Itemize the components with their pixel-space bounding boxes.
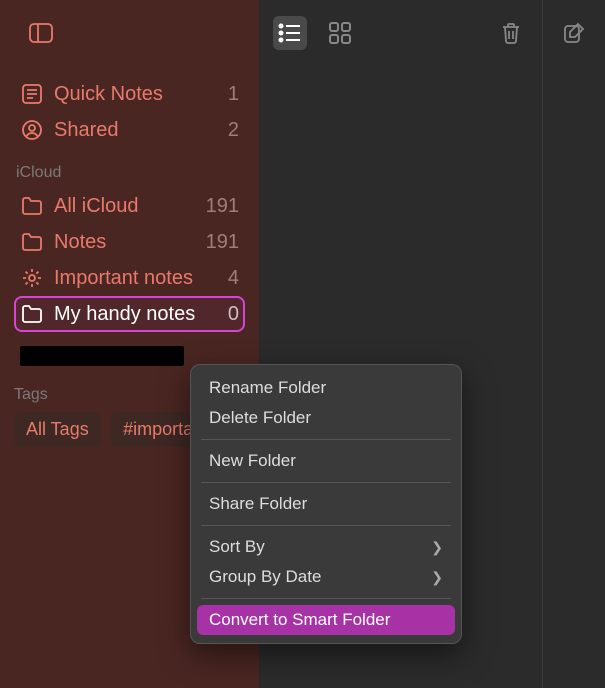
trash-icon[interactable]	[494, 16, 528, 50]
menu-divider	[201, 482, 451, 483]
menu-item-label: Rename Folder	[209, 378, 326, 398]
sidebar-icloud-section: iCloud All iCloud 191 Notes 191	[0, 148, 259, 366]
menu-divider	[201, 598, 451, 599]
sidebar-item-label: Shared	[54, 119, 218, 142]
menu-item-label: Share Folder	[209, 494, 307, 514]
sidebar-item-label: Quick Notes	[54, 83, 218, 106]
sidebar-item-count: 0	[228, 303, 239, 326]
sidebar-item-important-notes[interactable]: Important notes 4	[14, 260, 245, 296]
folder-icon	[20, 194, 44, 218]
menu-divider	[201, 439, 451, 440]
sidebar-item-quick-notes[interactable]: Quick Notes 1	[14, 76, 245, 112]
folder-icon	[20, 302, 44, 326]
chevron-right-icon: ❯	[431, 539, 443, 556]
sidebar-item-notes[interactable]: Notes 191	[14, 224, 245, 260]
menu-item-sort-by[interactable]: Sort By ❯	[191, 532, 461, 562]
context-menu: Rename Folder Delete Folder New Folder Shar…	[190, 364, 462, 644]
grid-view-icon[interactable]	[323, 16, 357, 50]
shared-icon	[20, 118, 44, 142]
quick-notes-icon	[20, 82, 44, 106]
menu-item-share-folder[interactable]: Share Folder	[191, 489, 461, 519]
list-view-icon[interactable]	[273, 16, 307, 50]
sidebar-item-label: All iCloud	[54, 195, 196, 218]
menu-item-group-by-date[interactable]: Group By Date ❯	[191, 562, 461, 592]
menu-item-rename-folder[interactable]: Rename Folder	[191, 373, 461, 403]
list-toolbar	[259, 0, 542, 66]
tag-chip-all[interactable]: All Tags	[14, 412, 101, 447]
menu-item-convert-to-smart-folder[interactable]: Convert to Smart Folder	[197, 605, 455, 635]
sidebar-item-count: 4	[228, 267, 239, 290]
sidebar-item-count: 191	[206, 231, 239, 254]
gear-icon	[20, 266, 44, 290]
menu-item-label: Group By Date	[209, 567, 321, 587]
sidebar-item-label: Notes	[54, 231, 196, 254]
sidebar-item-shared[interactable]: Shared 2	[14, 112, 245, 148]
menu-item-label: Convert to Smart Folder	[209, 610, 390, 630]
sidebar-item-count: 1	[228, 83, 239, 106]
detail-toolbar	[543, 0, 605, 66]
sidebar-item-count: 191	[206, 195, 239, 218]
sidebar-item-count: 2	[228, 119, 239, 142]
redacted-item	[20, 346, 184, 366]
menu-item-label: Sort By	[209, 537, 265, 557]
sidebar-item-label: My handy notes	[54, 303, 218, 326]
menu-item-delete-folder[interactable]: Delete Folder	[191, 403, 461, 433]
sidebar-item-label: Important notes	[54, 267, 218, 290]
section-header-icloud[interactable]: iCloud	[14, 158, 245, 188]
menu-divider	[201, 525, 451, 526]
compose-icon[interactable]	[557, 16, 591, 50]
folder-icon	[20, 230, 44, 254]
sidebar-item-all-icloud[interactable]: All iCloud 191	[14, 188, 245, 224]
menu-item-new-folder[interactable]: New Folder	[191, 446, 461, 476]
menu-item-label: New Folder	[209, 451, 296, 471]
detail-pane	[543, 0, 605, 688]
sidebar-toolbar	[0, 0, 259, 66]
sidebar-item-my-handy-notes[interactable]: My handy notes 0	[14, 296, 245, 332]
menu-item-label: Delete Folder	[209, 408, 311, 428]
sidebar-top-section: Quick Notes 1 Shared 2	[0, 66, 259, 148]
toggle-sidebar-icon[interactable]	[24, 16, 58, 50]
chevron-right-icon: ❯	[431, 569, 443, 586]
